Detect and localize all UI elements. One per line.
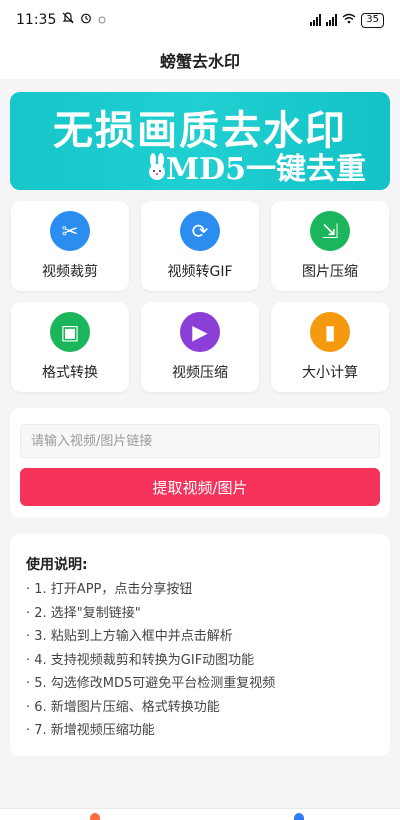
tool-label: 格式转换	[42, 365, 98, 381]
instruction-item: · 5. 勾选修改MD5可避免平台检测重复视频	[26, 676, 276, 691]
tool-label: 图片压缩	[302, 264, 358, 280]
nav-bar: 螃蟹去水印	[0, 40, 400, 80]
tool-grid: ✂ 视频裁剪 ⟳ 视频转GIF ⇲ 图片压缩 ▣ 格式转换 ▶ 视频压缩 ▮ 大…	[0, 190, 400, 392]
instruction-item: · 1. 打开APP，点击分享按钮	[26, 582, 193, 597]
mute-icon	[62, 12, 74, 28]
status-bar: 11:35 35	[0, 0, 400, 40]
page-title: 螃蟹去水印	[159, 51, 240, 71]
battery-indicator: 35	[361, 12, 384, 28]
status-time: 11:35	[16, 12, 57, 28]
notification-dot-icon	[98, 12, 106, 28]
instruction-item: · 6. 新增图片压缩、格式转换功能	[26, 699, 220, 715]
tool-label: 大小计算	[302, 365, 358, 381]
tool-video-to-gif[interactable]: ⟳ 视频转GIF	[141, 201, 259, 291]
url-input[interactable]	[20, 424, 380, 458]
instructions-card: 使用说明: · 1. 打开APP，点击分享按钮 · 2. 选择"复制链接" · …	[10, 534, 390, 756]
bottom-tab-bar	[0, 808, 400, 820]
extract-button[interactable]: 提取视频/图片	[20, 468, 380, 506]
instruction-item: · 4. 支持视频裁剪和转换为GIF动图功能	[26, 652, 255, 668]
instruction-item: · 3. 粘贴到上方输入框中并点击解析	[26, 629, 233, 644]
compress-icon: ⇲	[310, 211, 350, 251]
convert-icon: ⟳	[180, 211, 220, 251]
signal-hd-icon	[310, 14, 322, 26]
wifi-icon	[342, 13, 356, 27]
tool-label: 视频裁剪	[42, 264, 98, 280]
tool-label: 视频压缩	[172, 365, 228, 381]
instruction-item: · 2. 选择"复制链接"	[26, 605, 141, 621]
instruction-item: · 7. 新增视频压缩功能	[26, 723, 155, 738]
tool-video-compress[interactable]: ▶ 视频压缩	[141, 302, 259, 392]
tool-size-calc[interactable]: ▮ 大小计算	[271, 302, 389, 392]
tool-image-compress[interactable]: ⇲ 图片压缩	[271, 201, 389, 291]
promo-banner[interactable]: 无损画质去水印 MD5一键去重	[10, 92, 390, 190]
link-input-card: 提取视频/图片	[10, 408, 390, 518]
status-left: 11:35	[16, 12, 106, 28]
tool-label: 视频转GIF	[167, 264, 233, 280]
image-icon: ▣	[50, 312, 90, 352]
home-tab-icon[interactable]	[90, 813, 100, 820]
status-right: 35	[310, 12, 384, 28]
alarm-icon	[80, 12, 92, 28]
instructions-title: 使用说明:	[26, 557, 88, 573]
tool-format-convert[interactable]: ▣ 格式转换	[11, 302, 129, 392]
tool-video-crop[interactable]: ✂ 视频裁剪	[11, 201, 129, 291]
bar-chart-icon: ▮	[310, 312, 350, 352]
banner-subline: MD5一键去重	[165, 152, 366, 187]
scissors-icon: ✂	[50, 211, 90, 251]
signal-icon	[326, 14, 338, 26]
video-camera-icon: ▶	[180, 312, 220, 352]
profile-tab-icon[interactable]	[294, 813, 304, 820]
